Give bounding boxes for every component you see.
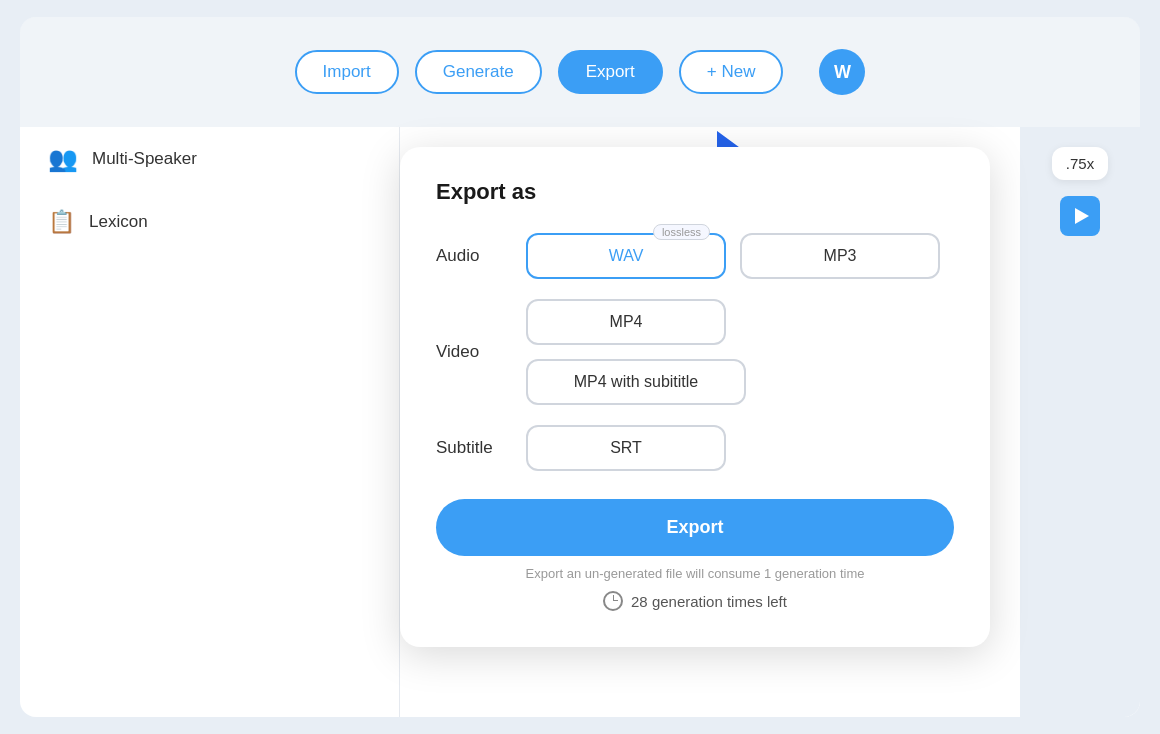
mp4-button[interactable]: MP4 [526, 299, 726, 345]
generation-left: 28 generation times left [436, 591, 954, 611]
play-button[interactable] [1060, 196, 1100, 236]
sidebar-item-label-lexicon: Lexicon [89, 212, 148, 232]
sidebar-item-label-multi-speaker: Multi-Speaker [92, 149, 197, 169]
sidebar: 👥 Multi-Speaker 📋 Lexicon [20, 127, 400, 717]
export-main-button[interactable]: Export [436, 499, 954, 556]
speed-badge: .75x [1052, 147, 1108, 180]
audio-label: Audio [436, 246, 526, 266]
lossless-badge: lossless [653, 224, 710, 240]
export-title: Export as [436, 179, 954, 205]
app-container: Import Generate Export + New W 👥 Multi-S… [20, 17, 1140, 717]
new-button[interactable]: + New [679, 50, 784, 94]
right-panel: .75x [1020, 127, 1140, 717]
export-note: Export an un-generated file will consume… [436, 566, 954, 581]
wav-label: WAV [609, 247, 644, 264]
mp3-button[interactable]: MP3 [740, 233, 940, 279]
srt-button[interactable]: SRT [526, 425, 726, 471]
import-button[interactable]: Import [295, 50, 399, 94]
lexicon-icon: 📋 [48, 209, 75, 235]
video-format-options: MP4 MP4 with subititle [526, 299, 954, 405]
video-format-row: Video MP4 MP4 with subititle [436, 299, 954, 405]
generate-button[interactable]: Generate [415, 50, 542, 94]
toolbar: Import Generate Export + New W [20, 17, 1140, 127]
subtitle-format-row: Subtitle SRT [436, 425, 954, 471]
mp4-subtitle-button[interactable]: MP4 with subititle [526, 359, 746, 405]
wav-button[interactable]: lossless WAV [526, 233, 726, 279]
video-label: Video [436, 342, 526, 362]
avatar[interactable]: W [819, 49, 865, 95]
clock-icon [603, 591, 623, 611]
audio-format-options: lossless WAV MP3 [526, 233, 940, 279]
sidebar-item-multi-speaker[interactable]: 👥 Multi-Speaker [20, 127, 399, 191]
subtitle-format-options: SRT [526, 425, 726, 471]
audio-format-row: Audio lossless WAV MP3 [436, 233, 954, 279]
sidebar-item-lexicon[interactable]: 📋 Lexicon [20, 191, 399, 253]
subtitle-label: Subtitle [436, 438, 526, 458]
generation-left-text: 28 generation times left [631, 593, 787, 610]
multi-speaker-icon: 👥 [48, 145, 78, 173]
export-button[interactable]: Export [558, 50, 663, 94]
export-dropdown: Export as Audio lossless WAV MP3 Video M… [400, 147, 990, 647]
